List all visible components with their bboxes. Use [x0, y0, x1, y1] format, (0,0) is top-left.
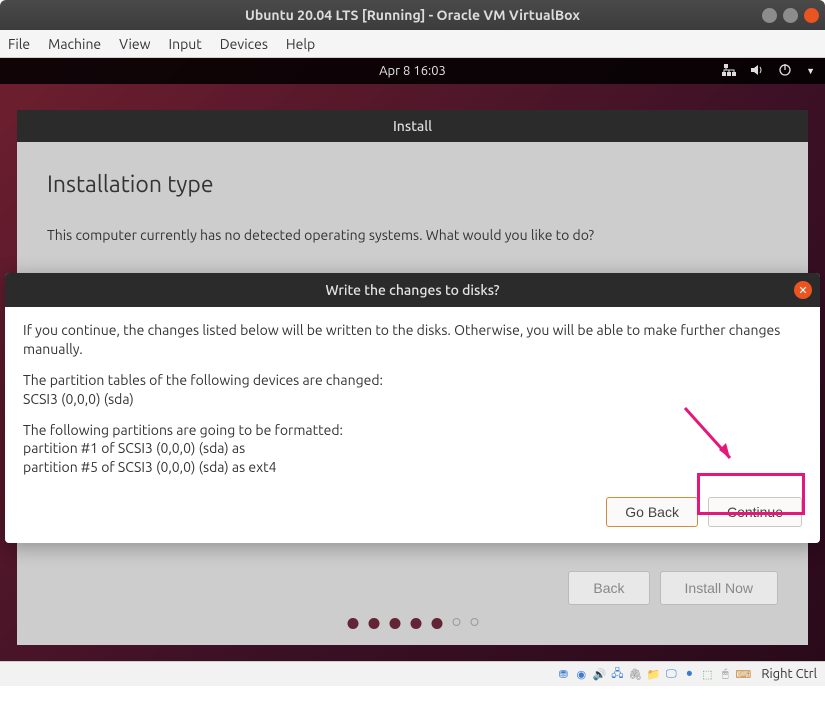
recording-icon[interactable]: ⏺	[681, 666, 697, 682]
mouse-integration-icon[interactable]: 🖱	[717, 666, 733, 682]
guest-indicators: ▼	[722, 63, 815, 80]
dialog-tables-section: The partition tables of the following de…	[23, 371, 802, 409]
network-icon[interactable]	[722, 63, 736, 80]
vbox-title: Ubuntu 20.04 LTS [Running] - Oracle VM V…	[245, 7, 580, 23]
usb-icon[interactable]: 🖇	[627, 666, 643, 682]
close-icon[interactable]	[804, 8, 819, 23]
dot-4	[410, 618, 421, 629]
go-back-button[interactable]: Go Back	[606, 497, 698, 527]
menu-file[interactable]: File	[8, 36, 30, 52]
dot-3	[389, 618, 400, 629]
dot-1	[347, 618, 358, 629]
keyboard-icon[interactable]: ⌨	[735, 666, 751, 682]
hostkey-label: Right Ctrl	[761, 667, 817, 681]
page-heading: Installation type	[47, 172, 778, 197]
dot-2	[368, 618, 379, 629]
installer-nav-buttons: Back Install Now	[568, 571, 778, 605]
installer-titlebar: Install	[17, 110, 808, 142]
vbox-statusbar: ⛃ ◉ 🔊 🖧 🖇 📁 🖵 ⏺ ⬚ 🖱 ⌨ Right Ctrl	[0, 661, 825, 686]
continue-button[interactable]: Continue	[708, 497, 802, 527]
menu-input[interactable]: Input	[169, 36, 202, 52]
vbox-window-controls	[762, 8, 819, 23]
dialog-buttons: Go Back Continue	[23, 489, 802, 527]
network-adapter-icon[interactable]: 🖧	[609, 666, 625, 682]
guest-topbar: Apr 8 16:03 ▼	[0, 58, 825, 84]
guest-display: Apr 8 16:03 ▼ Install Installation type …	[0, 58, 825, 661]
dialog-intro: If you continue, the changes listed belo…	[23, 321, 802, 359]
vbox-titlebar: Ubuntu 20.04 LTS [Running] - Oracle VM V…	[0, 0, 825, 30]
dot-6	[452, 618, 460, 626]
install-now-button[interactable]: Install Now	[660, 571, 778, 605]
dot-5	[431, 618, 442, 629]
dot-7	[470, 618, 478, 626]
shared-folder-icon[interactable]: 📁	[645, 666, 661, 682]
format-item-2: partition #5 of SCSI3 (0,0,0) (sda) as e…	[23, 459, 277, 475]
menu-view[interactable]: View	[119, 36, 150, 52]
guest-clock: Apr 8 16:03	[379, 64, 446, 78]
display-icon[interactable]: 🖵	[663, 666, 679, 682]
maximize-icon[interactable]	[783, 8, 798, 23]
vbox-status-icons: ⛃ ◉ 🔊 🖧 🖇 📁 🖵 ⏺ ⬚ 🖱 ⌨	[555, 666, 751, 682]
confirm-dialog: Write the changes to disks? ✕ If you con…	[5, 273, 820, 543]
progress-dots	[347, 618, 478, 629]
volume-icon[interactable]	[750, 63, 764, 80]
dialog-titlebar: Write the changes to disks? ✕	[5, 273, 820, 307]
vbox-menubar: File Machine View Input Devices Help	[0, 30, 825, 58]
installer-title: Install	[393, 118, 432, 134]
audio-icon[interactable]: 🔊	[591, 666, 607, 682]
menu-machine[interactable]: Machine	[48, 36, 101, 52]
dialog-body: If you continue, the changes listed belo…	[5, 307, 820, 543]
dialog-format-section: The following partitions are going to be…	[23, 421, 802, 478]
back-button[interactable]: Back	[568, 571, 649, 605]
format-heading: The following partitions are going to be…	[23, 422, 343, 438]
chevron-down-icon[interactable]: ▼	[806, 66, 815, 76]
power-icon[interactable]	[778, 63, 792, 80]
optical-icon[interactable]: ◉	[573, 666, 589, 682]
dialog-close-icon[interactable]: ✕	[794, 281, 812, 299]
harddisk-icon[interactable]: ⛃	[555, 666, 571, 682]
menu-devices[interactable]: Devices	[220, 36, 268, 52]
tables-item: SCSI3 (0,0,0) (sda)	[23, 391, 134, 407]
dialog-title: Write the changes to disks?	[325, 282, 499, 298]
format-item-1: partition #1 of SCSI3 (0,0,0) (sda) as	[23, 440, 245, 456]
menu-help[interactable]: Help	[286, 36, 315, 52]
installer-description: This computer currently has no detected …	[47, 227, 778, 243]
tables-heading: The partition tables of the following de…	[23, 372, 383, 388]
minimize-icon[interactable]	[762, 8, 777, 23]
cpu-icon[interactable]: ⬚	[699, 666, 715, 682]
